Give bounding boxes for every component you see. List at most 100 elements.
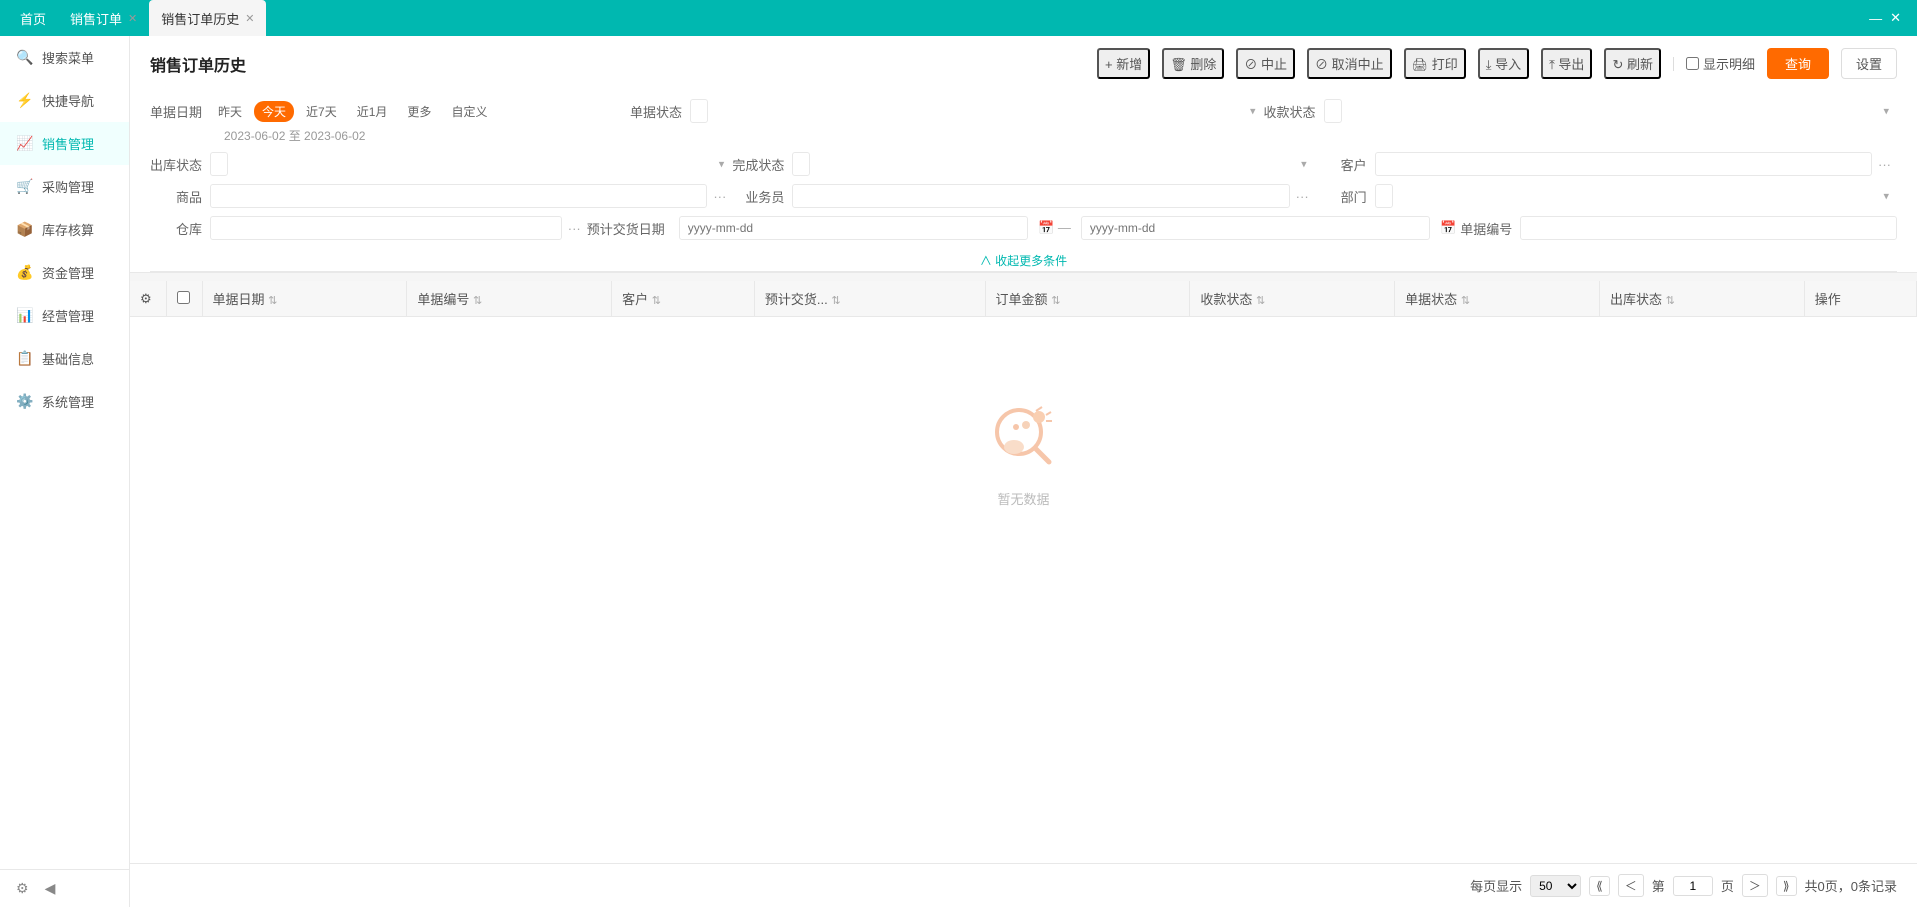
page-header: 销售订单历史 + 新增 🗑 删除 ⊘ 中止 ⊘ 取消中止 🖨 打印 ⤓ 导入 ⤒…: [130, 36, 1917, 273]
new-button[interactable]: + 新增: [1097, 48, 1150, 79]
department-select[interactable]: [1375, 184, 1393, 208]
filter-group-order-number: 单据编号: [1460, 216, 1897, 240]
tab-sales-order-history[interactable]: 销售订单历史 ✕: [149, 0, 266, 36]
filter-group-warehouse: 仓库 ···: [150, 216, 587, 240]
sidebar-label-basic-info: 基础信息: [42, 349, 94, 368]
complete-status-select[interactable]: [792, 152, 810, 176]
select-all-checkbox[interactable]: [177, 291, 190, 304]
delivery-status-select[interactable]: [210, 152, 228, 176]
sidebar-item-finance[interactable]: 💰 资金管理: [0, 251, 129, 294]
display-detail-checkbox[interactable]: [1686, 57, 1699, 70]
per-page-select[interactable]: 50 10 20 100: [1530, 875, 1581, 897]
date-tab-1month[interactable]: 近1月: [349, 101, 396, 122]
print-button[interactable]: 🖨 打印: [1404, 48, 1466, 79]
date-tab-custom[interactable]: 自定义: [443, 101, 495, 122]
salesperson-input[interactable]: [792, 184, 1289, 208]
data-table: ⚙ 单据日期 ⇅ 单据编号 ⇅ 客户: [130, 281, 1917, 317]
warehouse-input[interactable]: [210, 216, 562, 240]
close-history-tab[interactable]: ✕: [245, 12, 254, 25]
close-window-button[interactable]: ✕: [1890, 10, 1901, 26]
inventory-icon: 📦: [16, 221, 34, 238]
date-column-header[interactable]: 单据日期 ⇅: [202, 281, 407, 317]
sidebar-item-purchase-mgmt[interactable]: 🛒 采购管理: [0, 165, 129, 208]
order-status-select[interactable]: [690, 99, 708, 123]
payment-status-select[interactable]: [1324, 99, 1342, 123]
minimize-button[interactable]: —: [1869, 11, 1882, 26]
product-input[interactable]: [210, 184, 707, 208]
date-label: 单据日期: [150, 102, 210, 121]
number-column-header[interactable]: 单据编号 ⇅: [407, 281, 612, 317]
date-tab-more[interactable]: 更多: [399, 101, 439, 122]
collapse-label: ∧ 收起更多条件: [980, 254, 1067, 268]
top-bar: 首页 销售订单 ✕ 销售订单历史 ✕ — ✕: [0, 0, 1917, 36]
filter-group-payment-status: 收款状态: [1264, 99, 1898, 123]
sidebar-item-sales-mgmt[interactable]: 📈 销售管理: [0, 122, 129, 165]
department-select-wrapper: [1375, 184, 1897, 208]
number-sort-icon: ⇅: [473, 295, 482, 307]
set-button[interactable]: 设置: [1841, 48, 1897, 79]
close-sales-order-tab[interactable]: ✕: [128, 12, 137, 25]
tab-home[interactable]: 首页: [8, 0, 58, 36]
complete-status-select-wrapper: [792, 152, 1314, 176]
prev-page-button[interactable]: ＜: [1618, 874, 1644, 897]
sidebar-item-search-menu[interactable]: 🔍 搜索菜单: [0, 36, 129, 79]
quick-nav-icon: ⚡: [16, 92, 34, 109]
basic-info-icon: 📋: [16, 350, 34, 367]
page-input[interactable]: [1673, 876, 1713, 896]
sidebar-bottom: ⚙ ◀: [0, 869, 129, 907]
filter-group-expected-delivery: 预计交货日期 📅 — 📅: [587, 216, 1461, 240]
sidebar-item-inventory[interactable]: 📦 库存核算: [0, 208, 129, 251]
import-button[interactable]: ⤓ 导入: [1478, 48, 1529, 79]
sidebar-collapse-icon[interactable]: ◀: [45, 880, 56, 897]
refresh-button[interactable]: ↻ 刷新: [1604, 48, 1661, 79]
order-number-input[interactable]: [1520, 216, 1897, 240]
first-page-button[interactable]: ⟪: [1589, 876, 1610, 896]
delete-button[interactable]: 🗑 删除: [1162, 48, 1224, 79]
sidebar-item-basic-info[interactable]: 📋 基础信息: [0, 337, 129, 380]
date-tab-7days[interactable]: 近7天: [298, 101, 345, 122]
finance-icon: 💰: [16, 264, 34, 281]
date-tab-yesterday[interactable]: 昨天: [210, 101, 250, 122]
delivery-status-column-header[interactable]: 出库状态 ⇅: [1599, 281, 1804, 317]
collapse-row[interactable]: ∧ 收起更多条件: [150, 248, 1897, 271]
query-button[interactable]: 查询: [1767, 48, 1829, 79]
delivery-date-start[interactable]: [679, 216, 1028, 240]
sidebar-label-purchase-mgmt: 采购管理: [42, 177, 94, 196]
amount-column-header[interactable]: 订单金额 ⇅: [985, 281, 1190, 317]
page-title-row: 销售订单历史 + 新增 🗑 删除 ⊘ 中止 ⊘ 取消中止 🖨 打印 ⤓ 导入 ⤒…: [150, 48, 1897, 79]
expected-delivery-column-header[interactable]: 预计交货... ⇅: [754, 281, 985, 317]
delivery-status-sort-icon: ⇅: [1666, 295, 1675, 307]
toolbar-divider: [1673, 57, 1674, 71]
sidebar-item-quick-nav[interactable]: ⚡ 快捷导航: [0, 79, 129, 122]
sales-mgmt-icon: 📈: [16, 135, 34, 152]
warehouse-dots[interactable]: ···: [562, 221, 587, 236]
product-dots[interactable]: ···: [707, 189, 732, 204]
date-range-text: 2023-06-02 至 2023-06-02: [224, 127, 365, 144]
tab-sales-order[interactable]: 销售订单 ✕: [58, 0, 149, 36]
last-page-button[interactable]: ⟫: [1776, 876, 1797, 896]
customer-column-header[interactable]: 客户 ⇅: [612, 281, 755, 317]
filter-group-department: 部门: [1315, 184, 1897, 208]
customer-input[interactable]: [1375, 152, 1872, 176]
delivery-date-end[interactable]: [1081, 216, 1430, 240]
stop-button[interactable]: ⊘ 中止: [1236, 48, 1295, 79]
filter-row-2: 出库状态 完成状态: [150, 152, 1897, 176]
order-status-sort-icon: ⇅: [1461, 295, 1470, 307]
payment-status-select-wrapper: [1324, 99, 1897, 123]
sidebar: 🔍 搜索菜单 ⚡ 快捷导航 📈 销售管理 🛒 采购管理 📦 库存核算 💰 资金管…: [0, 36, 130, 907]
salesperson-dots[interactable]: ···: [1290, 189, 1315, 204]
customer-dots[interactable]: ···: [1872, 157, 1897, 172]
settings-column-header[interactable]: ⚙: [130, 281, 166, 317]
next-page-button[interactable]: ＞: [1742, 874, 1768, 897]
sidebar-settings-icon[interactable]: ⚙: [16, 880, 29, 897]
export-button[interactable]: ⤒ 导出: [1541, 48, 1592, 79]
date-range-separator: 📅 —: [1034, 220, 1075, 236]
sidebar-item-operations[interactable]: 📊 经营管理: [0, 294, 129, 337]
date-tab-today[interactable]: 今天: [254, 101, 294, 122]
payment-status-column-header[interactable]: 收款状态 ⇅: [1190, 281, 1395, 317]
sidebar-item-system[interactable]: ⚙️ 系统管理: [0, 380, 129, 423]
page-prefix: 第: [1652, 876, 1665, 895]
cancel-stop-button[interactable]: ⊘ 取消中止: [1307, 48, 1392, 79]
date-end-calendar-icon[interactable]: 📅: [1436, 220, 1460, 236]
order-status-column-header[interactable]: 单据状态 ⇅: [1395, 281, 1600, 317]
